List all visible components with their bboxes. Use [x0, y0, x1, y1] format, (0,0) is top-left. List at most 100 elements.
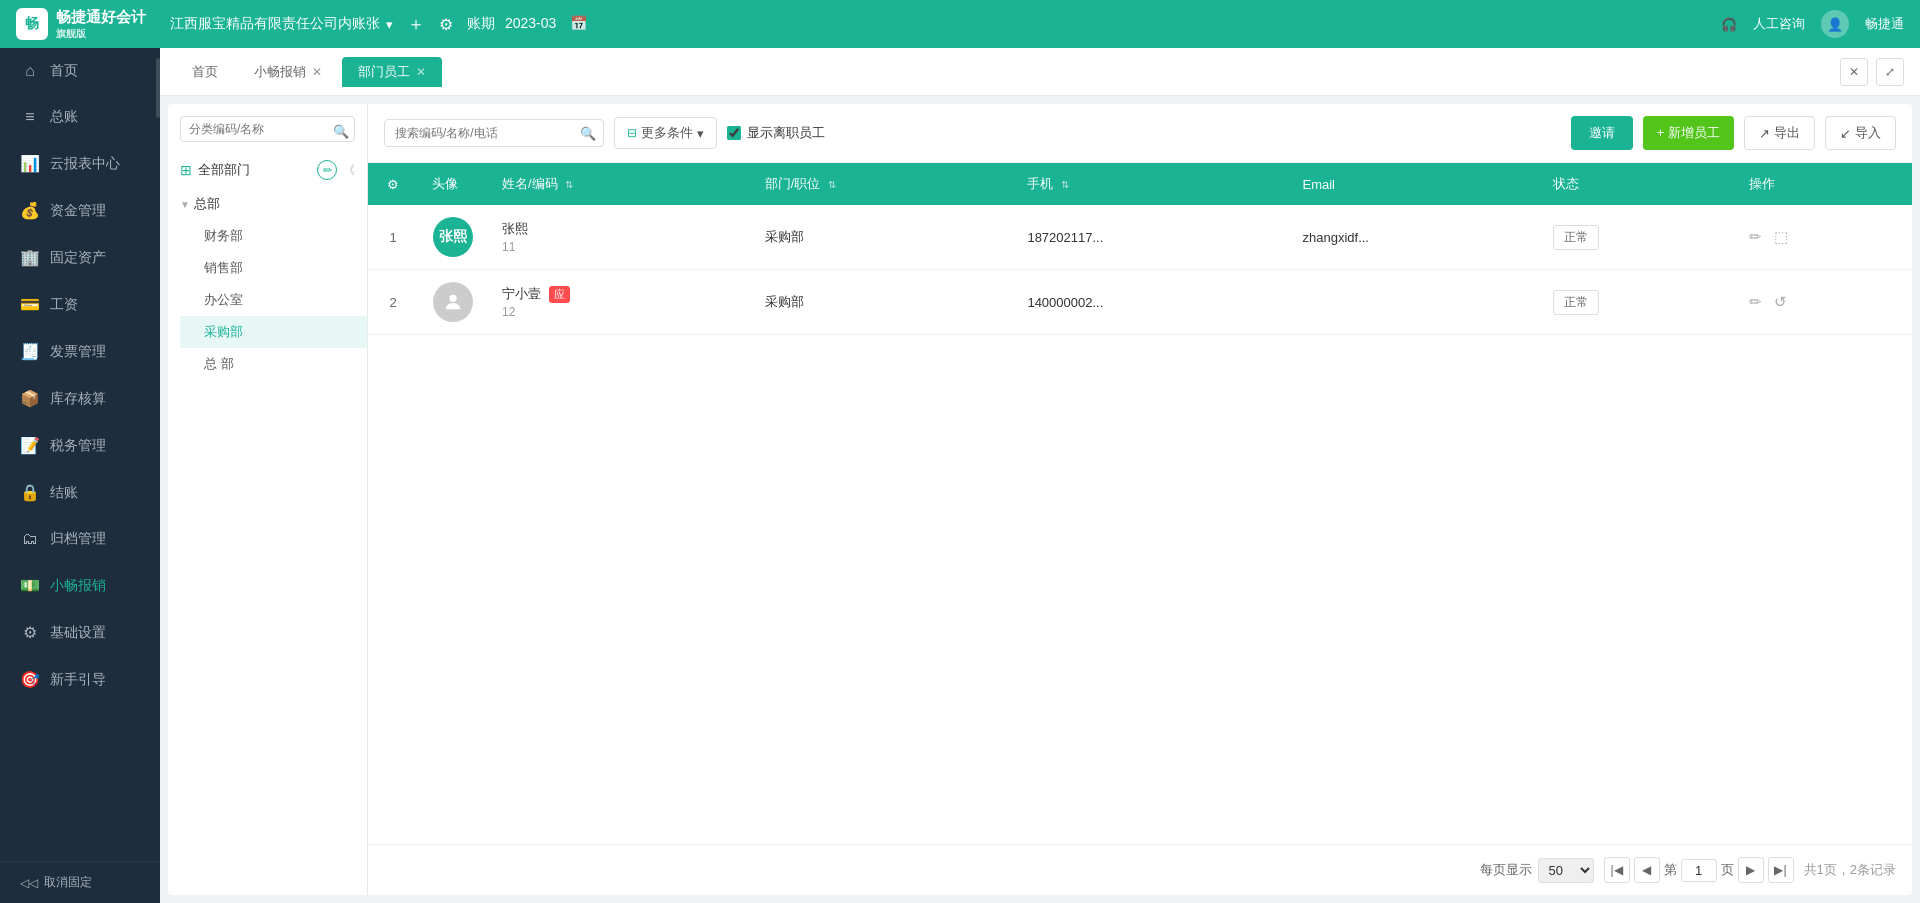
search-icon: 🔍: [580, 126, 596, 141]
col-dept[interactable]: 部门/职位 ⇅: [751, 163, 1014, 205]
dept-item-hq[interactable]: 总 部: [180, 348, 367, 380]
delete-icon[interactable]: ↺: [1774, 293, 1787, 311]
tab-dept-emp-close-icon[interactable]: ✕: [416, 65, 426, 79]
add-employee-button[interactable]: + 新增员工: [1643, 116, 1734, 150]
dept-group-hq[interactable]: ▼ 总部: [168, 188, 367, 220]
emp-phone: 140000002...: [1027, 295, 1103, 310]
table-row: 1 张熙 张熙 11 采购部: [368, 205, 1912, 270]
sidebar-item-reports[interactable]: 📊 云报表中心: [0, 140, 160, 187]
tab-expense[interactable]: 小畅报销 ✕: [238, 57, 338, 87]
page-size-select[interactable]: 50 10 20 100: [1538, 858, 1594, 883]
table-row: 2 宁小壹 应 12: [368, 270, 1912, 335]
status-badge: 正常: [1553, 225, 1599, 250]
content-area: 首页 小畅报销 ✕ 部门员工 ✕ ✕ ⤢ 🔍: [160, 48, 1920, 903]
home-icon: ⌂: [20, 62, 40, 80]
edit-icon[interactable]: ✏: [1749, 293, 1762, 311]
sidebar-scrollbar-thumb: [156, 58, 160, 118]
dept-item-office[interactable]: 办公室: [180, 284, 367, 316]
tab-maximize-button[interactable]: ⤢: [1876, 58, 1904, 86]
col-email: Email: [1288, 163, 1538, 205]
sidebar: ⌂ 首页 ≡ 总账 📊 云报表中心 💰 资金管理 🏢 固定资产 💳 工资 🧾 发…: [0, 48, 160, 903]
tab-dept-emp[interactable]: 部门员工 ✕: [342, 57, 442, 87]
sidebar-item-fixed-assets[interactable]: 🏢 固定资产: [0, 234, 160, 281]
sidebar-item-settings[interactable]: ⚙ 基础设置: [0, 609, 160, 656]
invoice-icon: 🧾: [20, 342, 40, 361]
app-name: 畅捷通好会计: [56, 8, 146, 25]
dept-search-container: 🔍: [168, 116, 367, 152]
sidebar-item-close[interactable]: 🔒 结账: [0, 469, 160, 516]
row-status-cell: 正常: [1539, 205, 1735, 270]
dept-item-sales[interactable]: 销售部: [180, 252, 367, 284]
all-dept-header[interactable]: ⊞ 全部部门 ✏ 《: [168, 152, 367, 188]
show-resigned-input[interactable]: [727, 126, 741, 140]
sidebar-item-expense[interactable]: 💵 小畅报销: [0, 562, 160, 609]
show-resigned-checkbox[interactable]: 显示离职员工: [727, 124, 825, 142]
sidebar-item-general-ledger[interactable]: ≡ 总账: [0, 94, 160, 140]
sidebar-item-home[interactable]: ⌂ 首页: [0, 48, 160, 94]
page-content: 🔍 ⊞ 全部部门 ✏ 《 ▼ 总部 财务部 销售部 办公室 采购部 总: [168, 104, 1912, 895]
dept-collapse-icon[interactable]: 《: [343, 162, 355, 179]
sidebar-item-label: 结账: [50, 484, 78, 502]
col-status: 状态: [1539, 163, 1735, 205]
col-settings[interactable]: ⚙: [368, 163, 418, 205]
sidebar-item-label: 总账: [50, 108, 78, 126]
tab-dept-emp-label: 部门员工: [358, 63, 410, 81]
first-page-button[interactable]: |◀: [1604, 857, 1630, 883]
cancel-pin-button[interactable]: ◁◁ 取消固定: [0, 861, 160, 903]
sidebar-item-tax[interactable]: 📝 税务管理: [0, 422, 160, 469]
main-layout: ⌂ 首页 ≡ 总账 📊 云报表中心 💰 资金管理 🏢 固定资产 💳 工资 🧾 发…: [0, 48, 1920, 903]
sidebar-item-guide[interactable]: 🎯 新手引导: [0, 656, 160, 703]
sidebar-item-label: 工资: [50, 296, 78, 314]
pin-icon: ◁◁: [20, 876, 38, 890]
archive-icon: 🗂: [20, 530, 40, 548]
dept-grid-icon: ⊞: [180, 162, 192, 178]
sidebar-item-payroll[interactable]: 💳 工资: [0, 281, 160, 328]
dept-search-input[interactable]: [180, 116, 355, 142]
page-input[interactable]: [1681, 859, 1717, 882]
sidebar-item-archive[interactable]: 🗂 归档管理: [0, 516, 160, 562]
support-label[interactable]: 人工咨询: [1753, 15, 1805, 33]
dept-item-finance[interactable]: 财务部: [180, 220, 367, 252]
export-icon: ↗: [1759, 126, 1770, 141]
toolbar: 🔍 ⊟ 更多条件 ▾ 显示离职员工 邀请 + 新增员工: [368, 104, 1912, 163]
tab-home[interactable]: 首页: [176, 57, 234, 87]
col-name[interactable]: 姓名/编码 ⇅: [488, 163, 751, 205]
emp-code: 12: [502, 305, 737, 319]
sidebar-scrollbar[interactable]: [156, 48, 160, 903]
last-page-button[interactable]: ▶|: [1768, 857, 1794, 883]
col-phone[interactable]: 手机 ⇅: [1013, 163, 1288, 205]
invite-button[interactable]: 邀请: [1571, 116, 1633, 150]
toolbar-right: 邀请 + 新增员工 ↗ 导出 ↙ 导入: [1571, 116, 1896, 150]
dept-group-label: 总部: [194, 195, 220, 213]
filter-icon: ⊟: [627, 126, 637, 140]
dept-item-purchase[interactable]: 采购部: [180, 316, 367, 348]
emp-dept: 采购部: [765, 229, 804, 244]
user-name: 畅捷通: [1865, 15, 1904, 33]
tab-expense-close-icon[interactable]: ✕: [312, 65, 322, 79]
action-icons: ✏ ⬚: [1749, 228, 1898, 246]
page-total: 共1页，2条记录: [1804, 861, 1896, 879]
tab-bar: 首页 小畅报销 ✕ 部门员工 ✕ ✕ ⤢: [160, 48, 1920, 96]
import-button[interactable]: ↙ 导入: [1825, 116, 1896, 150]
filter-button[interactable]: ⊟ 更多条件 ▾: [614, 117, 717, 149]
tab-expense-label: 小畅报销: [254, 63, 306, 81]
prev-page-button[interactable]: ◀: [1634, 857, 1660, 883]
row-status-cell: 正常: [1539, 270, 1735, 335]
emp-email: zhangxidf...: [1302, 230, 1369, 245]
settings-icon[interactable]: ⚙: [439, 15, 453, 34]
dept-arrow-icon: ▼: [180, 199, 190, 210]
tab-close-window-button[interactable]: ✕: [1840, 58, 1868, 86]
next-page-button[interactable]: ▶: [1738, 857, 1764, 883]
dept-edit-icon[interactable]: ✏: [317, 160, 337, 180]
tab-home-label: 首页: [192, 63, 218, 81]
sidebar-item-invoice[interactable]: 🧾 发票管理: [0, 328, 160, 375]
row-dept-cell: 采购部: [751, 205, 1014, 270]
sidebar-item-inventory[interactable]: 📦 库存核算: [0, 375, 160, 422]
company-dropdown-icon[interactable]: ▾: [386, 17, 393, 32]
export-button[interactable]: ↗ 导出: [1744, 116, 1815, 150]
edit-icon[interactable]: ✏: [1749, 228, 1762, 246]
search-input[interactable]: [384, 119, 604, 147]
add-company-icon[interactable]: ＋: [407, 12, 425, 36]
sidebar-item-fund[interactable]: 💰 资金管理: [0, 187, 160, 234]
logout-icon[interactable]: ⬚: [1774, 228, 1788, 246]
